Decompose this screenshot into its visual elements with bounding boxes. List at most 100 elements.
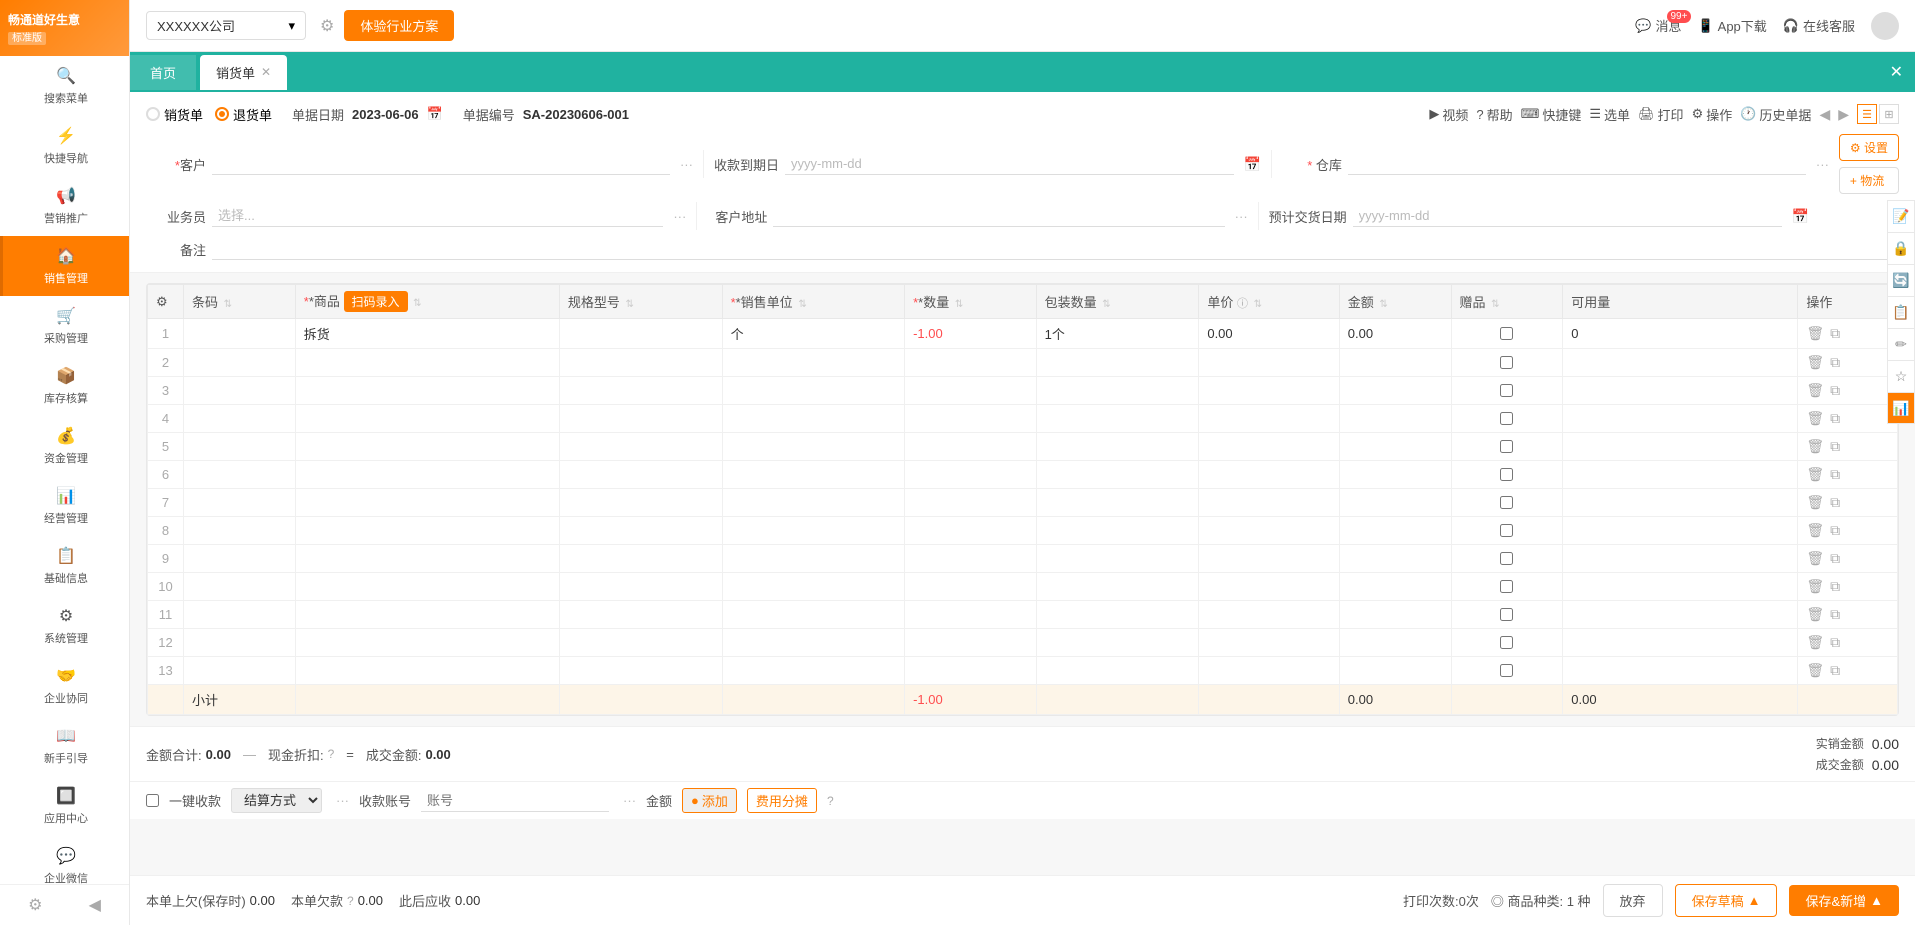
available-cell-2[interactable] <box>1563 349 1798 377</box>
sidebar-item-collab[interactable]: 🤝 企业协同 <box>0 656 129 716</box>
payment-date-input[interactable] <box>785 153 1234 175</box>
gift-checkbox-5[interactable] <box>1500 440 1513 453</box>
operation-btn[interactable]: ⚙ 操作 <box>1692 105 1733 124</box>
return-order-radio[interactable]: 退货单 <box>215 105 272 124</box>
settings-footer-btn[interactable]: ⚙ <box>28 895 42 915</box>
total-owe-help-icon[interactable]: ? <box>347 894 354 908</box>
sidebar-item-guide[interactable]: 📖 新手引导 <box>0 716 129 776</box>
tab-sales-order[interactable]: 销货单 ✕ <box>200 55 287 90</box>
tab-home[interactable]: 首页 <box>130 55 196 90</box>
unit-cell-2[interactable] <box>722 349 905 377</box>
side-panel-btn-3[interactable]: 🔄 <box>1887 264 1915 296</box>
gift-cell-2[interactable] <box>1451 349 1563 377</box>
sidebar-item-management[interactable]: 📊 经营管理 <box>0 476 129 536</box>
delete-row-icon-3[interactable]: 🗑 <box>1806 382 1824 399</box>
barcode-cell-1[interactable] <box>184 319 296 349</box>
warehouse-more-icon[interactable]: ··· <box>1816 157 1829 172</box>
expected-date-input[interactable] <box>1353 205 1782 227</box>
gift-checkbox-2[interactable] <box>1500 356 1513 369</box>
salesperson-more-icon[interactable]: ··· <box>673 209 686 224</box>
delete-row-icon-12[interactable]: 🗑 <box>1806 634 1824 651</box>
spec-cell-2[interactable] <box>559 349 722 377</box>
save-new-button[interactable]: 保存&新增 ▲ <box>1789 885 1899 916</box>
copy-row-icon-12[interactable]: ⧉ <box>1830 634 1840 651</box>
trial-btn[interactable]: 体验行业方案 <box>344 10 454 41</box>
sidebar-item-basic[interactable]: 📋 基础信息 <box>0 536 129 596</box>
price-info-icon[interactable]: ⓘ <box>1237 298 1248 310</box>
expected-calendar-icon[interactable]: 📅 <box>1792 208 1809 225</box>
col-settings[interactable]: ⚙ <box>148 285 184 319</box>
copy-row-icon-1[interactable]: ⧉ <box>1830 325 1840 342</box>
settings-gear-icon[interactable]: ⚙ <box>320 16 334 36</box>
price-cell-1[interactable]: 0.00 <box>1199 319 1339 349</box>
pack-cell-1[interactable]: 1个 <box>1036 319 1199 349</box>
add-payment-btn[interactable]: ● 添加 <box>682 788 737 813</box>
payment-account-input[interactable] <box>421 790 609 812</box>
copy-row-icon-6[interactable]: ⧉ <box>1830 466 1840 483</box>
unit-cell-1[interactable]: 个 <box>722 319 905 349</box>
delete-row-icon-8[interactable]: 🗑 <box>1806 522 1824 539</box>
close-all-tabs-icon[interactable]: ✕ <box>1890 62 1903 82</box>
copy-row-icon-7[interactable]: ⧉ <box>1830 494 1840 511</box>
delete-row-icon-6[interactable]: 🗑 <box>1806 466 1824 483</box>
sidebar-item-purchase[interactable]: 🛒 采购管理 <box>0 296 129 356</box>
copy-row-icon-9[interactable]: ⧉ <box>1830 550 1840 567</box>
app-download-btn[interactable]: 📱 App下载 <box>1697 16 1766 35</box>
qty-sort-icon[interactable]: ⇅ <box>955 299 963 310</box>
message-btn[interactable]: 💬 消息 99+ <box>1635 16 1681 35</box>
delete-row-icon-1[interactable]: 🗑 <box>1806 325 1824 342</box>
sidebar-item-search[interactable]: 🔍 搜索菜单 <box>0 56 129 116</box>
setup-button[interactable]: ⚙ 设置 <box>1839 134 1899 161</box>
available-cell-1[interactable]: 0 <box>1563 319 1798 349</box>
pack-cell-2[interactable] <box>1036 349 1199 377</box>
video-btn[interactable]: ▶ 视频 <box>1429 105 1468 124</box>
help-btn[interactable]: ? 帮助 <box>1476 105 1512 124</box>
gift-sort-icon[interactable]: ⇅ <box>1491 299 1499 310</box>
price-sort-icon[interactable]: ⇅ <box>1254 299 1262 310</box>
sidebar-item-wechat[interactable]: 💬 企业微信 <box>0 836 129 884</box>
logistics-button[interactable]: + 物流 <box>1839 167 1899 194</box>
column-settings-icon[interactable]: ⚙ <box>156 294 168 309</box>
payment-account-more-icon[interactable]: ··· <box>623 793 636 808</box>
company-selector[interactable]: XXXXXX公司 ▾ <box>146 11 306 40</box>
delete-row-icon-2[interactable]: 🗑 <box>1806 354 1824 371</box>
delete-row-icon-9[interactable]: 🗑 <box>1806 550 1824 567</box>
copy-row-icon-3[interactable]: ⧉ <box>1830 382 1840 399</box>
gift-checkbox-12[interactable] <box>1500 636 1513 649</box>
user-avatar[interactable] <box>1871 12 1899 40</box>
customer-addr-input[interactable] <box>773 205 1224 227</box>
prev-record-btn[interactable]: ◀ <box>1819 106 1830 123</box>
layout-grid-btn[interactable]: ⊞ <box>1879 104 1899 124</box>
amount-cell-2[interactable] <box>1339 349 1451 377</box>
gift-checkbox-11[interactable] <box>1500 608 1513 621</box>
goods-sort-icon[interactable]: ⇅ <box>413 298 421 309</box>
copy-row-icon-10[interactable]: ⧉ <box>1830 578 1840 595</box>
side-panel-btn-6[interactable]: ☆ <box>1887 360 1915 392</box>
amount-cell-1[interactable]: 0.00 <box>1339 319 1451 349</box>
side-panel-btn-1[interactable]: 📝 <box>1887 200 1915 232</box>
online-service-btn[interactable]: 🎧 在线客服 <box>1783 16 1855 35</box>
copy-row-icon-2[interactable]: ⧉ <box>1830 354 1840 371</box>
barcode-sort-icon[interactable]: ⇅ <box>224 299 232 310</box>
side-panel-btn-5[interactable]: ✏ <box>1887 328 1915 360</box>
save-draft-button[interactable]: 保存草稿 ▲ <box>1675 884 1778 917</box>
next-record-btn[interactable]: ▶ <box>1838 106 1849 123</box>
pack-sort-icon[interactable]: ⇅ <box>1102 299 1110 310</box>
qty-cell-1[interactable]: -1.00 <box>905 319 1037 349</box>
expense-help-icon[interactable]: ? <box>827 794 834 808</box>
delete-row-icon-5[interactable]: 🗑 <box>1806 438 1824 455</box>
shortcut-btn[interactable]: ⌨ 快捷键 <box>1521 105 1582 124</box>
sidebar-item-sales[interactable]: 🏠 销售管理 <box>0 236 129 296</box>
select-btn[interactable]: ☰ 选单 <box>1589 105 1630 124</box>
discard-button[interactable]: 放弃 <box>1603 884 1663 917</box>
warehouse-input[interactable]: 建材仓 <box>1348 153 1806 175</box>
history-btn[interactable]: 🕐 历史单据 <box>1740 105 1811 124</box>
layout-list-btn[interactable]: ☰ <box>1857 104 1877 124</box>
sidebar-item-finance[interactable]: 💰 资金管理 <box>0 416 129 476</box>
barcode-cell-2[interactable] <box>184 349 296 377</box>
delete-row-icon-7[interactable]: 🗑 <box>1806 494 1824 511</box>
copy-row-icon-13[interactable]: ⧉ <box>1830 662 1840 679</box>
copy-row-icon-4[interactable]: ⧉ <box>1830 410 1840 427</box>
discount-help-icon[interactable]: ? <box>328 747 335 761</box>
copy-row-icon-11[interactable]: ⧉ <box>1830 606 1840 623</box>
